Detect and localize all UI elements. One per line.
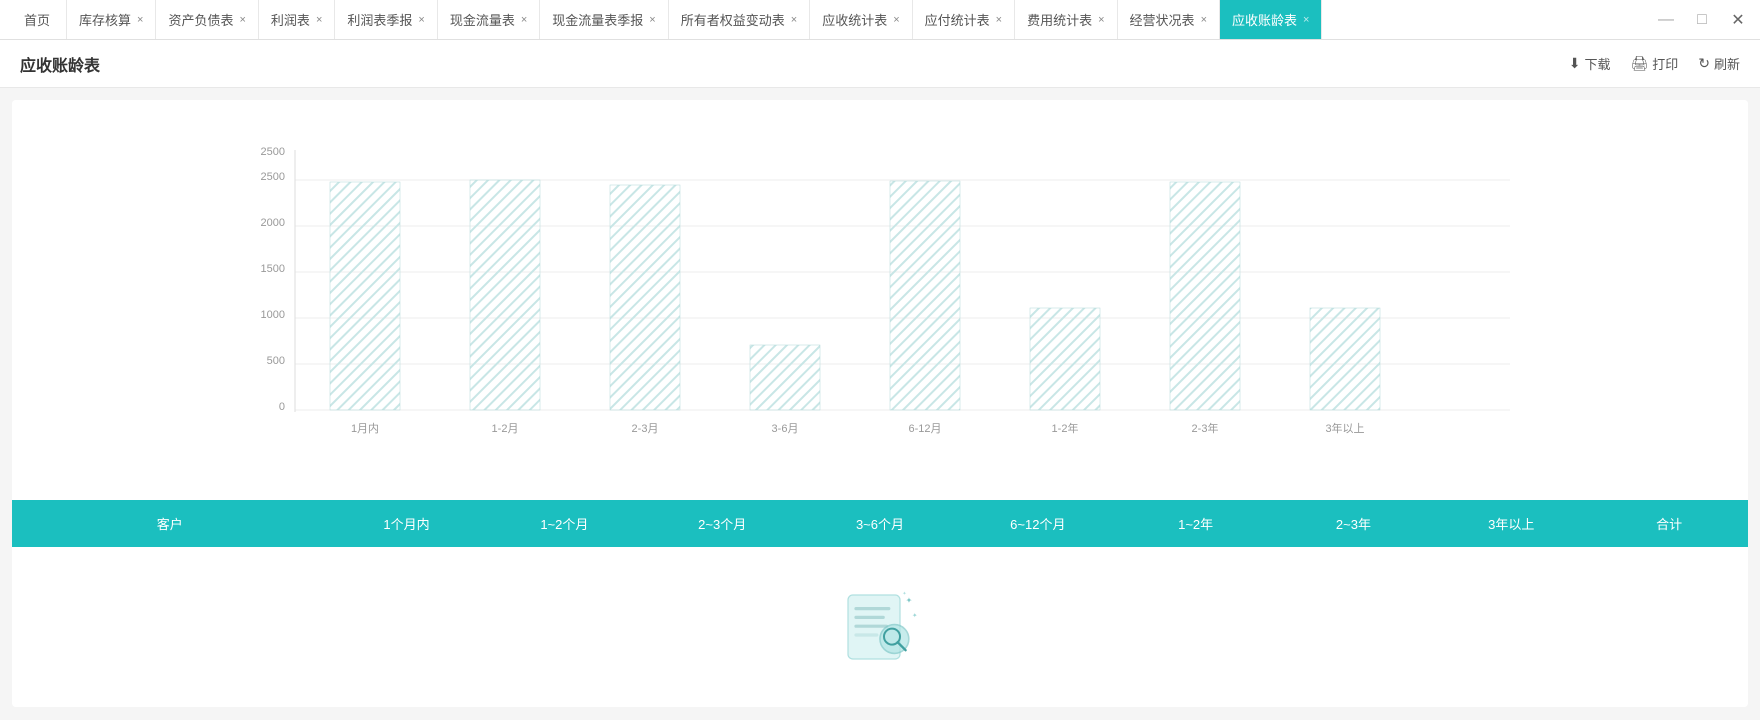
tab-home[interactable]: 首页 — [8, 0, 67, 39]
tab-label: 现金流量表 — [450, 10, 515, 29]
print-label: 打印 — [1652, 54, 1678, 73]
svg-text:1500: 1500 — [261, 263, 285, 275]
download-label: 下载 — [1584, 54, 1610, 73]
print-icon: 🖨 — [1630, 55, 1648, 72]
svg-text:500: 500 — [267, 355, 285, 367]
print-button[interactable]: 🖨 打印 — [1630, 54, 1678, 73]
refresh-label: 刷新 — [1714, 54, 1740, 73]
empty-icon: ✦ ✦ ✦ — [830, 587, 930, 667]
minimize-button[interactable]: — — [1652, 6, 1680, 34]
refresh-icon: ↻ — [1698, 55, 1710, 72]
svg-text:6-12月: 6-12月 — [908, 423, 941, 435]
svg-text:2500: 2500 — [261, 146, 285, 158]
download-icon: ⬇ — [1569, 55, 1581, 72]
tab-label: 现金流量表季报 — [552, 10, 643, 29]
tab-label: 资产负债表 — [168, 10, 233, 29]
empty-state: ✦ ✦ ✦ — [12, 547, 1748, 707]
tab-profit-quarter[interactable]: 利润表季报 × — [335, 0, 437, 39]
svg-text:3年以上: 3年以上 — [1325, 421, 1364, 435]
tab-close-icon[interactable]: × — [418, 14, 424, 26]
window-actions: — □ ✕ — [1652, 6, 1752, 34]
page-actions: ⬇ 下载 🖨 打印 ↻ 刷新 — [1569, 54, 1740, 73]
th-1-2m: 1~2个月 — [485, 500, 643, 547]
bar-chart: 0 500 1000 1500 2000 2500 2500 — [32, 120, 1728, 480]
tab-close-icon[interactable]: × — [1201, 14, 1207, 26]
tab-label: 经营状况表 — [1130, 10, 1195, 29]
main-content: 0 500 1000 1500 2000 2500 2500 — [12, 100, 1748, 707]
tab-label: 应付统计表 — [925, 10, 990, 29]
tab-profit[interactable]: 利润表 × — [259, 0, 335, 39]
tab-close-icon[interactable]: × — [521, 14, 527, 26]
svg-text:1-2月: 1-2月 — [492, 423, 519, 435]
svg-text:✦: ✦ — [906, 596, 913, 605]
svg-text:0: 0 — [279, 401, 285, 413]
download-button[interactable]: ⬇ 下载 — [1569, 54, 1611, 73]
svg-text:2-3年: 2-3年 — [1192, 421, 1219, 435]
tab-expense-stat[interactable]: 费用统计表 × — [1015, 0, 1117, 39]
tab-cashflow-quarter[interactable]: 现金流量表季报 × — [540, 0, 668, 39]
th-3-6m: 3~6个月 — [801, 500, 959, 547]
svg-text:1-2年: 1-2年 — [1052, 421, 1079, 435]
tab-ar-stat[interactable]: 应收统计表 × — [810, 0, 912, 39]
svg-text:1月内: 1月内 — [351, 421, 379, 435]
tab-cashflow[interactable]: 现金流量表 × — [438, 0, 540, 39]
tab-label: 所有者权益变动表 — [681, 10, 785, 29]
svg-text:✦: ✦ — [912, 612, 917, 619]
page-header: 应收账龄表 ⬇ 下载 🖨 打印 ↻ 刷新 — [0, 40, 1760, 88]
tab-label: 应收统计表 — [822, 10, 887, 29]
tab-close-icon[interactable]: × — [316, 14, 322, 26]
tab-label: 利润表季报 — [347, 10, 412, 29]
page-title: 应收账龄表 — [20, 52, 100, 76]
th-total: 合计 — [1590, 500, 1748, 547]
th-2-3m: 2~3个月 — [643, 500, 801, 547]
th-1m: 1个月内 — [328, 500, 486, 547]
tab-bar: 首页 库存核算 × 资产负债表 × 利润表 × 利润表季报 × 现金流量表 × … — [0, 0, 1760, 40]
tab-operations[interactable]: 经营状况表 × — [1118, 0, 1220, 39]
th-3y-plus: 3年以上 — [1432, 500, 1590, 547]
tab-close-icon[interactable]: × — [649, 14, 655, 26]
svg-text:1000: 1000 — [261, 309, 285, 321]
svg-text:✦: ✦ — [902, 591, 906, 597]
th-6-12m: 6~12个月 — [959, 500, 1117, 547]
svg-text:3-6月: 3-6月 — [772, 423, 799, 435]
tab-ar-aging[interactable]: 应收账龄表 × — [1220, 0, 1322, 39]
tab-label: 库存核算 — [79, 10, 131, 29]
tab-close-icon[interactable]: × — [893, 14, 899, 26]
close-button[interactable]: ✕ — [1724, 6, 1752, 34]
th-2-3y: 2~3年 — [1275, 500, 1433, 547]
svg-text:2-3月: 2-3月 — [632, 423, 659, 435]
tab-close-icon[interactable]: × — [1098, 14, 1104, 26]
tab-close-icon[interactable]: × — [137, 14, 143, 26]
tab-ap-stat[interactable]: 应付统计表 × — [913, 0, 1015, 39]
svg-text:2500: 2500 — [261, 171, 285, 183]
tab-label: 应收账龄表 — [1232, 10, 1297, 29]
th-1-2y: 1~2年 — [1117, 500, 1275, 547]
tab-balance-sheet[interactable]: 资产负债表 × — [156, 0, 258, 39]
tab-close-icon[interactable]: × — [239, 14, 245, 26]
refresh-button[interactable]: ↻ 刷新 — [1698, 54, 1740, 73]
tab-inventory[interactable]: 库存核算 × — [67, 0, 156, 39]
tab-close-icon[interactable]: × — [1303, 14, 1309, 26]
th-customer: 客户 — [12, 500, 328, 547]
tab-equity[interactable]: 所有者权益变动表 × — [669, 0, 810, 39]
tab-close-icon[interactable]: × — [791, 14, 797, 26]
svg-text:2000: 2000 — [261, 217, 285, 229]
chart-area: 0 500 1000 1500 2000 2500 2500 — [12, 100, 1748, 500]
tab-label: 利润表 — [271, 10, 310, 29]
table-header: 客户 1个月内 1~2个月 2~3个月 3~6个月 6~12个月 1~2年 2~… — [12, 500, 1748, 547]
tab-close-icon[interactable]: × — [996, 14, 1002, 26]
maximize-button[interactable]: □ — [1688, 6, 1716, 34]
tab-label: 费用统计表 — [1027, 10, 1092, 29]
